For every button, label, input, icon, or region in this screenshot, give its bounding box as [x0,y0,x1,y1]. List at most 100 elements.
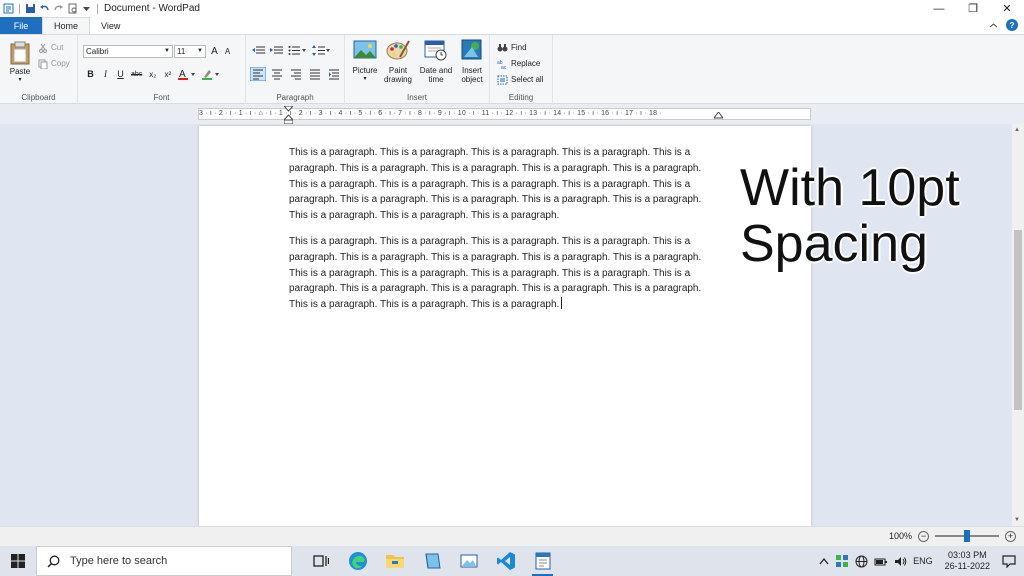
italic-button[interactable]: I [101,68,110,80]
clipboard-group: Paste ▾ Cut Copy Clipboard [0,35,78,104]
taskbar-search-box[interactable]: Type here to search [36,546,292,576]
strikethrough-button[interactable]: abc [131,68,142,80]
search-placeholder: Type here to search [70,555,168,567]
vertical-scrollbar[interactable]: ▲ ▼ [1012,124,1024,526]
object-label-line1: Insert [461,66,482,75]
save-icon[interactable] [25,3,36,14]
overlay-line-2: Spacing [740,215,928,273]
underline-button[interactable]: U [116,68,125,80]
scroll-down-icon[interactable]: ▼ [1014,517,1020,523]
cut-button[interactable]: Cut [38,41,70,54]
highlight-color-button[interactable] [202,68,220,80]
font-family-select[interactable]: Calibri ▼ [83,45,173,58]
battery-icon[interactable] [874,556,888,567]
insert-object-icon [461,39,482,60]
start-button[interactable] [0,546,36,576]
print-preview-icon[interactable] [67,3,78,14]
input-language[interactable]: ENG [913,556,933,566]
font-group-label: Font [153,93,170,102]
align-left-icon[interactable] [250,67,266,81]
taskbar-app-3[interactable] [413,546,450,576]
right-indent-marker-icon[interactable] [714,112,723,121]
align-right-icon[interactable] [288,67,304,81]
copy-label: Copy [51,59,70,68]
line-spacing-icon[interactable] [312,45,331,56]
picture-label: Picture [352,66,378,75]
undo-icon[interactable] [39,3,50,14]
notifications-icon[interactable] [1002,554,1016,568]
insert-group: Picture ▾ Paint drawing Date and time In… [345,35,490,104]
increase-indent-icon[interactable] [270,45,283,56]
ruler-markings: 3 · ı · 2 · ı · 1 · ı · ⌂ · ı · 1 · ı · … [199,110,662,117]
zoom-out-button[interactable]: − [918,530,929,542]
search-icon [47,555,60,568]
bullets-icon[interactable] [288,45,307,56]
help-icon[interactable]: ? [1006,19,1018,31]
tab-file[interactable]: File [0,17,42,34]
scrollbar-thumb[interactable] [1014,230,1022,410]
paint-drawing-button[interactable]: Paint drawing [381,39,415,84]
photos-icon [460,554,477,568]
justify-icon[interactable] [307,67,323,81]
copy-icon [38,59,48,69]
font-group: Calibri ▼ 11 ▼ A A B I U abc x₂ x² A Fon… [78,35,246,104]
shrink-font-button[interactable]: A [223,45,232,57]
wordpad-app-icon[interactable] [3,3,14,14]
taskbar-wordpad[interactable] [524,546,561,576]
find-button[interactable]: Find [497,41,543,54]
date-time-button[interactable]: Date and time [417,39,455,84]
replace-label: Replace [511,59,541,68]
minimize-button[interactable]: — [922,0,956,17]
window-controls: — ❐ ✕ [922,0,1024,17]
taskbar-edge[interactable] [339,546,376,576]
decrease-indent-icon[interactable] [252,45,265,56]
picture-icon [353,40,377,59]
scroll-up-icon[interactable]: ▲ [1014,127,1020,133]
paragraph-settings-icon[interactable] [326,67,342,81]
paste-dropdown-icon[interactable]: ▾ [6,76,34,83]
paragraph-group-label: Paragraph [276,93,314,102]
zoom-slider[interactable] [935,530,999,542]
binoculars-icon [497,43,508,51]
align-center-icon[interactable] [269,67,285,81]
network-globe-icon[interactable] [855,555,868,568]
document-paragraph-2[interactable]: This is a paragraph. This is a paragraph… [289,234,721,313]
zoom-in-button[interactable]: + [1005,530,1016,542]
show-hidden-icons-icon[interactable] [819,557,829,565]
paste-button[interactable]: Paste ▾ [6,41,34,83]
insert-object-button[interactable]: Insert object [455,39,489,84]
tab-home[interactable]: Home [42,17,91,34]
close-button[interactable]: ✕ [990,0,1024,17]
replace-button[interactable]: ab ac Replace [497,57,543,70]
copy-button[interactable]: Copy [38,57,70,70]
zoom-slider-thumb[interactable] [964,530,970,542]
task-view-button[interactable] [302,546,339,576]
grow-font-button[interactable]: A [210,45,219,57]
select-all-label: Select all [511,75,544,84]
taskbar-vscode[interactable] [487,546,524,576]
redo-icon[interactable] [53,3,64,14]
restore-button[interactable]: ❐ [956,0,990,17]
volume-icon[interactable] [894,556,907,567]
document-paragraph-1[interactable]: This is a paragraph. This is a paragraph… [289,145,721,224]
insert-picture-button[interactable]: Picture ▾ [348,39,382,82]
tray-app-icon[interactable] [835,554,849,568]
clock[interactable]: 03:03 PM 26-11-2022 [945,550,990,572]
superscript-button[interactable]: x² [163,68,172,80]
select-all-button[interactable]: Select all [497,73,543,86]
paint-label-line2: drawing [383,75,412,84]
text-color-button[interactable]: A [178,68,196,80]
document-page[interactable]: This is a paragraph. This is a paragraph… [199,126,811,526]
subscript-button[interactable]: x₂ [148,68,157,80]
calendar-clock-icon [424,40,447,61]
svg-text:ac: ac [501,65,507,69]
taskbar-file-explorer[interactable] [376,546,413,576]
collapse-ribbon-icon[interactable] [989,21,998,30]
customize-toolbar-icon[interactable] [81,3,92,14]
tab-view[interactable]: View [90,17,131,34]
indent-marker-icon[interactable] [284,106,293,124]
bold-button[interactable]: B [86,68,95,80]
paragraph-2-text: This is a paragraph. This is a paragraph… [289,236,702,311]
taskbar-app-4[interactable] [450,546,487,576]
font-size-select[interactable]: 11 ▼ [174,45,206,58]
